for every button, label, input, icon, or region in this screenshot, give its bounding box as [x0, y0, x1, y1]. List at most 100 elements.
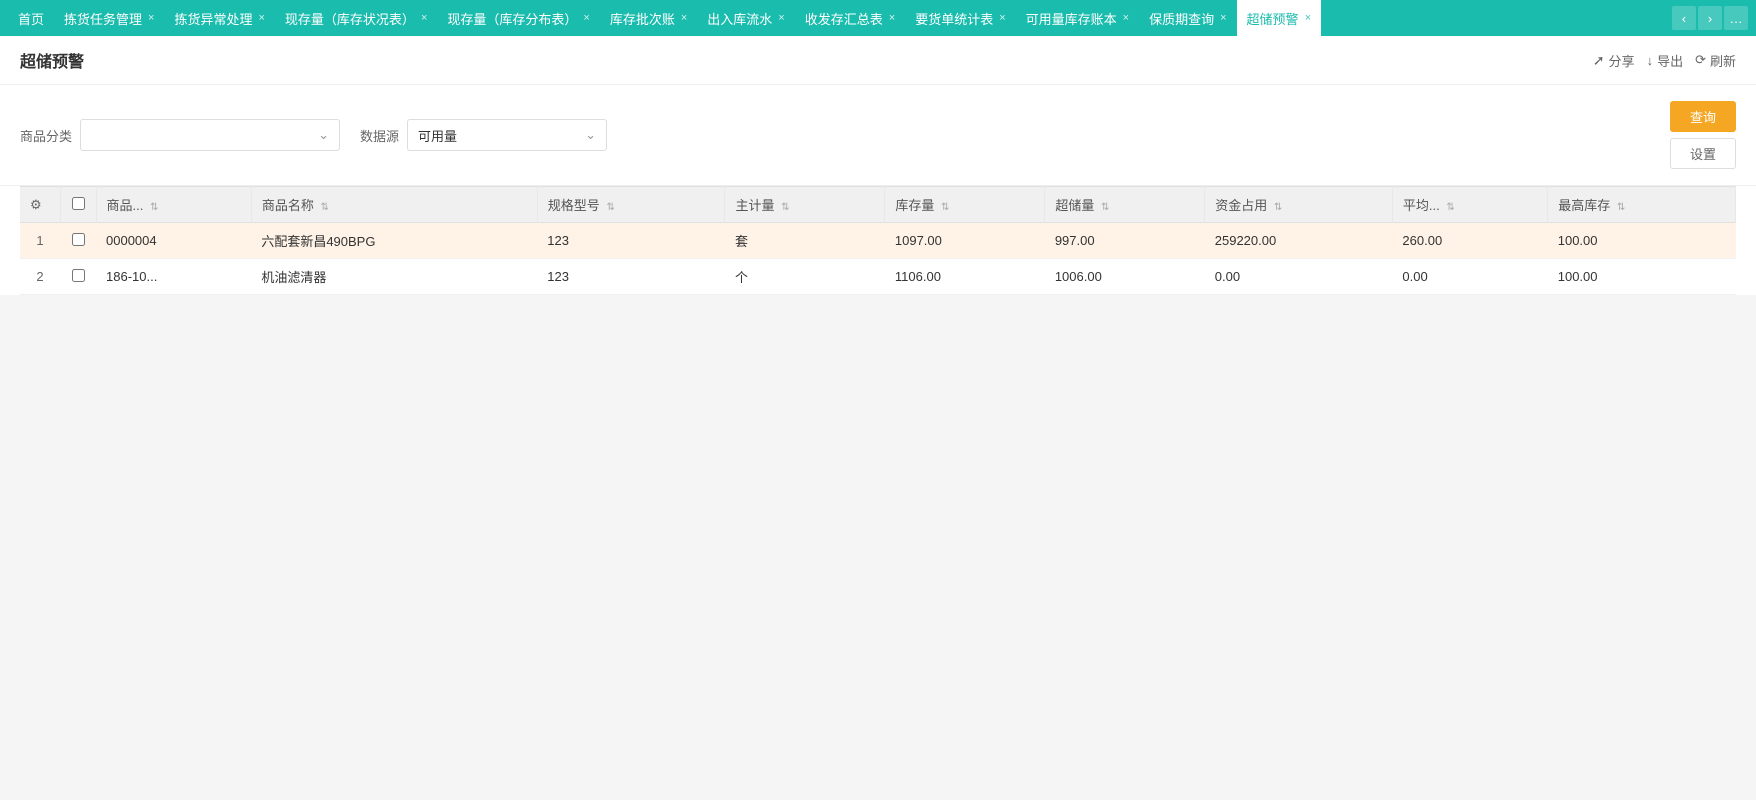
export-icon: ↓: [1647, 53, 1654, 68]
col-unit-label: 主计量: [735, 198, 774, 213]
col-settings: ⚙: [20, 187, 60, 223]
close-stock-status[interactable]: ×: [421, 12, 427, 24]
settings-button[interactable]: 设置: [1670, 138, 1736, 169]
filter-area: 商品分类 ⌄ 数据源 可用量 ⌄ 查询 设置: [0, 85, 1756, 186]
row-product-code-2: 186-10...: [96, 259, 251, 295]
close-demand[interactable]: ×: [999, 12, 1005, 24]
nav-label-demand: 要货单统计表: [915, 9, 993, 28]
data-table: ⚙ 商品... ⇅ 商品名称 ⇅ 规格型号 ⇅ 主计量: [20, 186, 1736, 295]
top-navigation: 首页 拣货任务管理 × 拣货异常处理 × 现存量（库存状况表） × 现存量（库存…: [0, 0, 1756, 36]
col-product-code-label: 商品...: [107, 198, 144, 213]
col-stock[interactable]: 库存量 ⇅: [885, 187, 1045, 223]
nav-more-button[interactable]: …: [1724, 6, 1748, 30]
nav-item-batch[interactable]: 库存批次账 ×: [600, 0, 697, 36]
row-product-name-2: 机油滤清器: [251, 259, 537, 295]
sort-product-name: ⇅: [320, 202, 328, 213]
datasource-filter-group: 数据源 可用量 ⌄: [360, 119, 607, 151]
share-button[interactable]: ➚ 分享: [1593, 51, 1635, 70]
nav-item-expiry[interactable]: 保质期查询 ×: [1139, 0, 1236, 36]
col-spec[interactable]: 规格型号 ⇅: [537, 187, 725, 223]
col-overstock[interactable]: 超储量 ⇅: [1045, 187, 1205, 223]
col-capital[interactable]: 资金占用 ⇅: [1205, 187, 1393, 223]
refresh-button[interactable]: ⟳ 刷新: [1695, 51, 1736, 70]
col-max-stock-label: 最高库存: [1558, 198, 1610, 213]
nav-item-flow[interactable]: 出入库流水 ×: [697, 0, 794, 36]
query-button[interactable]: 查询: [1670, 101, 1736, 132]
refresh-label: 刷新: [1710, 51, 1736, 70]
export-button[interactable]: ↓ 导出: [1647, 51, 1684, 70]
row-stock-2: 1106.00: [885, 259, 1045, 295]
close-stock-dist[interactable]: ×: [583, 12, 589, 24]
row-unit-2: 个: [725, 259, 885, 295]
nav-item-pick-task[interactable]: 拣货任务管理 ×: [54, 0, 164, 36]
close-available[interactable]: ×: [1123, 12, 1129, 24]
row-num-2: 2: [20, 259, 60, 295]
nav-label-summary: 收发存汇总表: [805, 9, 883, 28]
col-unit[interactable]: 主计量 ⇅: [725, 187, 885, 223]
select-all-checkbox[interactable]: [72, 197, 85, 210]
row-overstock-1: 997.00: [1045, 223, 1205, 259]
table-row: 2 186-10... 机油滤清器 123 个 1106.00 1006.00 …: [20, 259, 1736, 295]
close-batch[interactable]: ×: [681, 12, 687, 24]
category-select[interactable]: ⌄: [80, 119, 340, 151]
close-overstock[interactable]: ×: [1305, 12, 1311, 24]
close-summary[interactable]: ×: [889, 12, 895, 24]
sort-avg: ⇅: [1446, 202, 1454, 213]
row-product-name-1: 六配套新昌490BPG: [251, 223, 537, 259]
row-checkbox-2[interactable]: [60, 259, 96, 295]
table-row: 1 0000004 六配套新昌490BPG 123 套 1097.00 997.…: [20, 223, 1736, 259]
table-gear-icon[interactable]: ⚙: [30, 197, 42, 212]
col-product-name[interactable]: 商品名称 ⇅: [251, 187, 537, 223]
col-max-stock[interactable]: 最高库存 ⇅: [1548, 187, 1736, 223]
table-header-row: ⚙ 商品... ⇅ 商品名称 ⇅ 规格型号 ⇅ 主计量: [20, 187, 1736, 223]
nav-item-home[interactable]: 首页: [8, 0, 54, 36]
col-spec-label: 规格型号: [548, 198, 600, 213]
nav-item-stock-dist[interactable]: 现存量（库存分布表） ×: [437, 0, 599, 36]
row-overstock-2: 1006.00: [1045, 259, 1205, 295]
nav-item-pick-exception[interactable]: 拣货异常处理 ×: [164, 0, 274, 36]
nav-label-stock-status: 现存量（库存状况表）: [285, 9, 415, 28]
nav-label-flow: 出入库流水: [707, 9, 772, 28]
row-max-stock-2: 100.00: [1548, 259, 1736, 295]
col-stock-label: 库存量: [895, 198, 934, 213]
row-capital-1: 259220.00: [1205, 223, 1393, 259]
datasource-select[interactable]: 可用量 ⌄: [407, 119, 607, 151]
sort-product-code: ⇅: [150, 202, 158, 213]
col-product-code[interactable]: 商品... ⇅: [96, 187, 251, 223]
sort-capital: ⇅: [1274, 202, 1282, 213]
nav-prev-button[interactable]: ‹: [1672, 6, 1696, 30]
close-expiry[interactable]: ×: [1220, 12, 1226, 24]
close-pick-exception[interactable]: ×: [258, 12, 264, 24]
row-spec-2: 123: [537, 259, 725, 295]
col-capital-label: 资金占用: [1215, 198, 1267, 213]
close-pick-task[interactable]: ×: [148, 12, 154, 24]
row-stock-1: 1097.00: [885, 223, 1045, 259]
nav-item-demand[interactable]: 要货单统计表 ×: [905, 0, 1015, 36]
row-unit-1: 套: [725, 223, 885, 259]
col-avg[interactable]: 平均... ⇅: [1392, 187, 1547, 223]
nav-label-stock-dist: 现存量（库存分布表）: [447, 9, 577, 28]
action-buttons: 查询 设置: [1670, 101, 1736, 169]
nav-item-stock-status[interactable]: 现存量（库存状况表） ×: [275, 0, 437, 36]
col-avg-label: 平均...: [1403, 198, 1440, 213]
nav-item-summary[interactable]: 收发存汇总表 ×: [795, 0, 905, 36]
nav-item-overstock[interactable]: 超储预警 ×: [1237, 0, 1321, 36]
row-avg-2: 0.00: [1392, 259, 1547, 295]
row-product-code-1: 0000004: [96, 223, 251, 259]
sort-overstock: ⇅: [1101, 202, 1109, 213]
nav-label-pick-task: 拣货任务管理: [64, 9, 142, 28]
row-checkbox-1[interactable]: [60, 223, 96, 259]
table-body: 1 0000004 六配套新昌490BPG 123 套 1097.00 997.…: [20, 223, 1736, 295]
nav-label-expiry: 保质期查询: [1149, 9, 1214, 28]
datasource-label: 数据源: [360, 126, 399, 145]
col-product-name-label: 商品名称: [262, 198, 314, 213]
datasource-value: 可用量: [418, 126, 457, 145]
table-container: ⚙ 商品... ⇅ 商品名称 ⇅ 规格型号 ⇅ 主计量: [0, 186, 1756, 295]
header-actions: ➚ 分享 ↓ 导出 ⟳ 刷新: [1593, 51, 1736, 70]
close-flow[interactable]: ×: [778, 12, 784, 24]
nav-arrows: ‹ › …: [1672, 6, 1748, 30]
nav-label-pick-exception: 拣货异常处理: [174, 9, 252, 28]
category-dropdown-arrow: ⌄: [318, 127, 329, 143]
nav-item-available[interactable]: 可用量库存账本 ×: [1016, 0, 1139, 36]
nav-next-button[interactable]: ›: [1698, 6, 1722, 30]
